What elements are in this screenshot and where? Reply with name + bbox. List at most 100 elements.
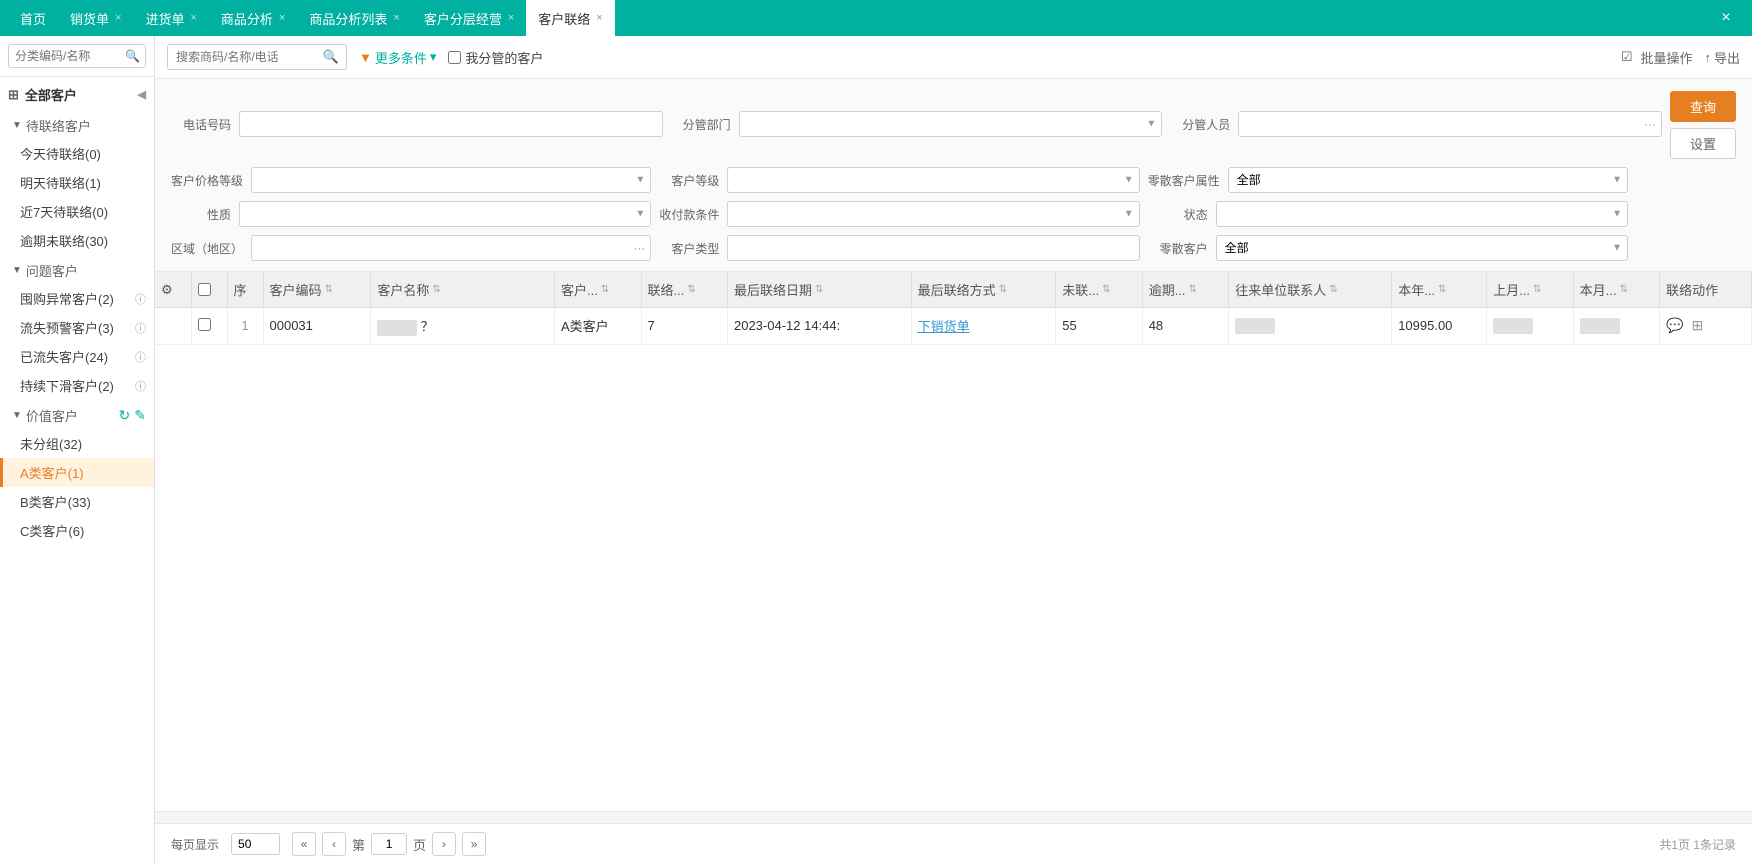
nav-purchase[interactable]: 进货单 × bbox=[133, 0, 208, 36]
retail-customer-select[interactable]: 全部 bbox=[1216, 235, 1628, 261]
sidebar-item-tomorrow[interactable]: 明天待联络(1) bbox=[0, 168, 154, 197]
horizontal-scrollbar[interactable] bbox=[155, 811, 1752, 823]
sidebar-item-7days[interactable]: 近7天待联络(0) bbox=[0, 197, 154, 226]
batch-ops-btn[interactable]: ☑ 批量操作 bbox=[1621, 48, 1693, 67]
row-checkbox-cell[interactable] bbox=[191, 308, 227, 345]
manager-input[interactable] bbox=[1238, 111, 1662, 137]
sidebar-item-class-c[interactable]: C类客户(6) bbox=[0, 516, 154, 545]
status-select[interactable] bbox=[1216, 201, 1628, 227]
customer-type-input[interactable] bbox=[727, 235, 1139, 261]
area-dots-icon[interactable]: ··· bbox=[633, 241, 645, 255]
sidebar-item-class-b[interactable]: B类客户(33) bbox=[0, 487, 154, 516]
close-sales-icon[interactable]: × bbox=[115, 12, 121, 24]
close-product-list-icon[interactable]: × bbox=[393, 12, 399, 24]
row-contact-person-cell bbox=[1229, 308, 1392, 345]
payment-label: 收付款条件 bbox=[659, 206, 719, 223]
nav-customer-contact[interactable]: 客户联络 × bbox=[526, 0, 614, 36]
filter-row-1: 电话号码 分管部门 ▼ 分管人员 bbox=[171, 89, 1736, 159]
filter-status: 状态 ▼ bbox=[1148, 201, 1628, 227]
col-overdue[interactable]: 逾期...⇅ bbox=[1142, 272, 1228, 308]
sidebar-item-today[interactable]: 今天待联络(0) bbox=[0, 139, 154, 168]
col-last-date[interactable]: 最后联络日期⇅ bbox=[727, 272, 911, 308]
status-label: 状态 bbox=[1148, 206, 1208, 223]
nature-select[interactable] bbox=[239, 201, 651, 227]
page-input[interactable] bbox=[371, 833, 407, 855]
nav-product-list[interactable]: 商品分析列表 × bbox=[297, 0, 411, 36]
last-page-button[interactable]: » bbox=[462, 832, 486, 856]
customer-type-label: 客户类型 bbox=[659, 240, 719, 257]
sidebar-item-overdue[interactable]: 逾期未联络(30) bbox=[0, 226, 154, 255]
col-name[interactable]: 客户名称⇅ bbox=[371, 272, 555, 308]
close-customer-segment-icon[interactable]: × bbox=[508, 12, 514, 24]
export-btn[interactable]: ↑ 导出 bbox=[1704, 48, 1740, 67]
my-customers-check[interactable] bbox=[448, 51, 461, 64]
close-customer-contact-icon[interactable]: × bbox=[596, 12, 602, 24]
value-customers-group[interactable]: ▼ 价值客户 ↻ ✎ bbox=[0, 400, 154, 429]
sidebar-item-declining[interactable]: 持续下滑客户(2) ⓘ bbox=[0, 371, 154, 400]
main-search-icon[interactable]: 🔍 bbox=[323, 49, 339, 65]
edit-icon[interactable]: ✎ bbox=[134, 407, 146, 424]
per-page-select[interactable]: 50 100 bbox=[231, 833, 280, 855]
nature-label: 性质 bbox=[171, 206, 231, 223]
all-customers-header[interactable]: ⊞ 全部客户 ◀ bbox=[0, 77, 154, 110]
customer-level-select[interactable] bbox=[727, 167, 1139, 193]
row-method-cell[interactable]: 下销货单 bbox=[911, 308, 1056, 345]
col-no-contact[interactable]: 未联...⇅ bbox=[1056, 272, 1142, 308]
refresh-icon[interactable]: ↻ bbox=[119, 407, 131, 424]
col-type[interactable]: 客户...⇅ bbox=[555, 272, 641, 308]
sidebar-item-class-a[interactable]: A类客户(1) bbox=[0, 458, 154, 487]
nav-sales[interactable]: 销货单 × bbox=[58, 0, 133, 36]
manager-dots-icon[interactable]: ··· bbox=[1644, 117, 1656, 131]
col-settings[interactable]: ⚙ bbox=[155, 272, 191, 308]
col-contact[interactable]: 联络...⇅ bbox=[641, 272, 727, 308]
my-customers-checkbox[interactable]: 我分管的客户 bbox=[448, 48, 543, 67]
sidebar-item-churned[interactable]: 已流失客户(24) ⓘ bbox=[0, 342, 154, 371]
col-contact-person[interactable]: 往来单位联系人⇅ bbox=[1229, 272, 1392, 308]
contact-person-placeholder bbox=[1235, 318, 1275, 334]
retail-attr-select[interactable]: 全部 bbox=[1228, 167, 1628, 193]
sidebar-item-unclassified[interactable]: 未分组(32) bbox=[0, 429, 154, 458]
settings-button[interactable]: 设置 bbox=[1670, 128, 1736, 159]
next-page-button[interactable]: › bbox=[432, 832, 456, 856]
nav-customer-segment[interactable]: 客户分层经营 × bbox=[412, 0, 526, 36]
filter-price-level: 客户价格等级 ▼ bbox=[171, 167, 651, 193]
close-product-analysis-icon[interactable]: × bbox=[279, 12, 285, 24]
row-no-contact-cell: 55 bbox=[1056, 308, 1142, 345]
col-checkbox[interactable] bbox=[191, 272, 227, 308]
sidebar-item-hoarding[interactable]: 囤购异常客户(2) ⓘ bbox=[0, 284, 154, 313]
problem-customers-group[interactable]: ▼ 问题客户 bbox=[0, 255, 154, 284]
col-last-method[interactable]: 最后联络方式⇅ bbox=[911, 272, 1056, 308]
category-search-icon[interactable]: 🔍 bbox=[125, 49, 140, 63]
sort-method-icon: ⇅ bbox=[999, 284, 1007, 295]
row-checkbox[interactable] bbox=[198, 318, 211, 331]
collapse-icon[interactable]: ◀ bbox=[138, 88, 146, 101]
info-icon4: ⓘ bbox=[135, 378, 146, 394]
col-last-month[interactable]: 上月...⇅ bbox=[1487, 272, 1573, 308]
filter-nature: 性质 ▼ bbox=[171, 201, 651, 227]
link-icon[interactable]: ⊞ bbox=[1692, 317, 1704, 334]
global-close-button[interactable]: × bbox=[1708, 0, 1744, 36]
prev-page-button[interactable]: ‹ bbox=[322, 832, 346, 856]
select-all-checkbox[interactable] bbox=[198, 283, 211, 296]
payment-select[interactable] bbox=[727, 201, 1139, 227]
price-level-select[interactable] bbox=[251, 167, 651, 193]
area-input[interactable] bbox=[251, 235, 651, 261]
phone-input[interactable] bbox=[239, 111, 663, 137]
content-area: 🔍 ▼ 更多条件 ▾ 我分管的客户 ☑ 批量操作 ↑ 导出 bbox=[155, 36, 1752, 864]
query-button[interactable]: 查询 bbox=[1670, 91, 1736, 122]
col-code[interactable]: 客户编码⇅ bbox=[263, 272, 371, 308]
pending-contact-group[interactable]: ▼ 待联络客户 bbox=[0, 110, 154, 139]
close-purchase-icon[interactable]: × bbox=[190, 12, 196, 24]
export-icon: ↑ bbox=[1704, 50, 1711, 65]
col-this-year[interactable]: 本年...⇅ bbox=[1392, 272, 1487, 308]
main-search-input[interactable] bbox=[167, 44, 347, 70]
sidebar-item-churn-warning[interactable]: 流失预警客户(3) ⓘ bbox=[0, 313, 154, 342]
col-this-month[interactable]: 本月...⇅ bbox=[1573, 272, 1659, 308]
dept-select[interactable] bbox=[739, 111, 1163, 137]
filter-manager: 分管人员 ··· bbox=[1170, 111, 1662, 137]
first-page-button[interactable]: « bbox=[292, 832, 316, 856]
nav-product-analysis[interactable]: 商品分析 × bbox=[209, 0, 297, 36]
chat-icon[interactable]: 💬 bbox=[1666, 317, 1683, 334]
more-filters-btn[interactable]: ▼ 更多条件 ▾ bbox=[359, 48, 436, 67]
nav-home[interactable]: 首页 bbox=[8, 0, 58, 36]
